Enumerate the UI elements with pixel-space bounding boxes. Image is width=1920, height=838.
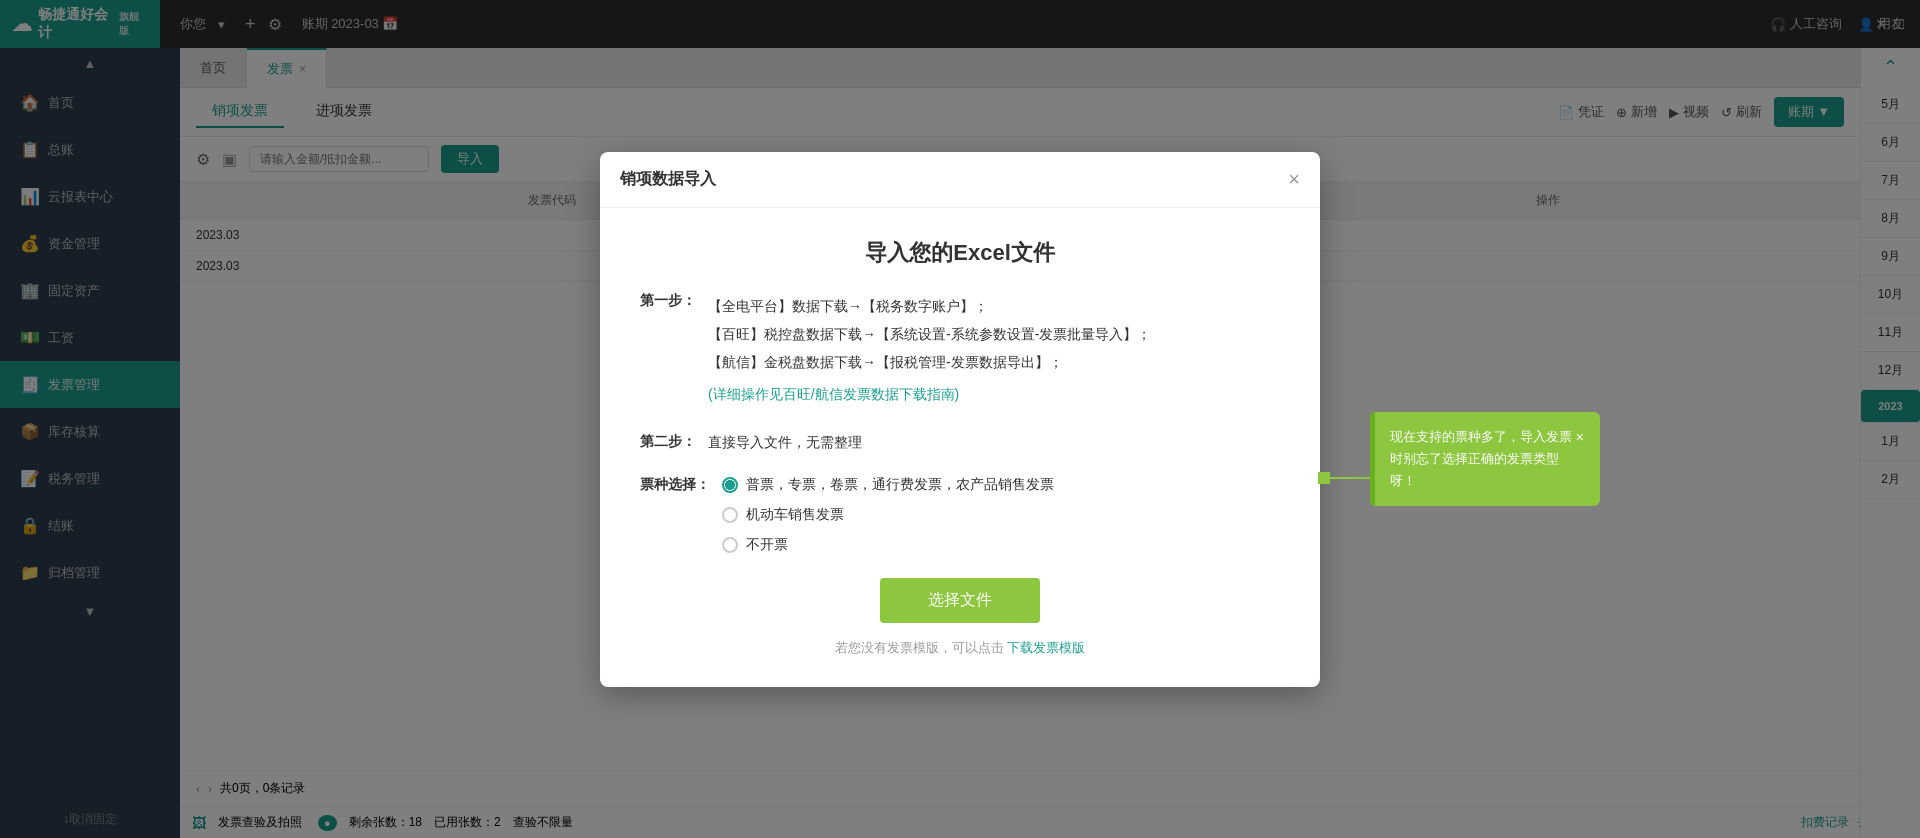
radio-circle-3 [722,537,738,553]
step1-line-1: 【全电平台】数据下载→【税务数字账户】； [708,292,1151,320]
modal-overlay: 销项数据导入 × 导入您的Excel文件 第一步： 【全电平台】数据下载→【税务… [0,0,1920,838]
download-template-link[interactable]: 下载发票模版 [1007,640,1085,655]
import-modal: 销项数据导入 × 导入您的Excel文件 第一步： 【全电平台】数据下载→【税务… [600,152,1320,687]
ticket-select: 票种选择： 普票，专票，卷票，通行费发票，农产品销售发票 机动车销售发票 不开票 [640,476,1280,554]
modal-close-button[interactable]: × [1288,168,1300,191]
step1-line-2: 【百旺】税控盘数据下载→【系统设置-系统参数设置-发票批量导入】； [708,320,1151,348]
tooltip-close-btn[interactable]: × [1576,426,1584,450]
step-1: 第一步： 【全电平台】数据下载→【税务数字账户】； 【百旺】税控盘数据下载→【系… [640,292,1280,408]
radio-label-3: 不开票 [746,536,788,554]
modal-footer: 若您没有发票模版，可以点击 下载发票模版 [640,639,1280,657]
radio-item-2[interactable]: 机动车销售发票 [722,506,1054,524]
modal-title: 销项数据导入 [620,169,716,190]
tooltip-container: × 现在支持的票种多了，导入发票时别忘了选择正确的发票类型呀！ [1370,412,1600,506]
tooltip-box: × 现在支持的票种多了，导入发票时别忘了选择正确的发票类型呀！ [1370,412,1600,506]
modal-header: 销项数据导入 × [600,152,1320,208]
modal-body: 导入您的Excel文件 第一步： 【全电平台】数据下载→【税务数字账户】； 【百… [600,208,1320,687]
step-2: 第二步： 直接导入文件，无需整理 [640,428,1280,456]
tooltip-text: 现在支持的票种多了，导入发票时别忘了选择正确的发票类型呀！ [1390,429,1572,488]
ticket-label: 票种选择： [640,476,710,494]
radio-item-3[interactable]: 不开票 [722,536,1054,554]
step2-text: 直接导入文件，无需整理 [708,428,862,456]
step1-guide-link[interactable]: (详细操作见百旺/航信发票数据下载指南) [708,386,959,402]
radio-label-1: 普票，专票，卷票，通行费发票，农产品销售发票 [746,476,1054,494]
step1-line-3: 【航信】金税盘数据下载→【报税管理-发票数据导出】； [708,348,1151,376]
tooltip-connector [1318,472,1370,484]
radio-label-2: 机动车销售发票 [746,506,844,524]
radio-item-1[interactable]: 普票，专票，卷票，通行费发票，农产品销售发票 [722,476,1054,494]
tooltip-dot [1318,472,1330,484]
tooltip-accent-bar [1370,412,1375,506]
modal-main-title: 导入您的Excel文件 [640,238,1280,268]
select-file-button[interactable]: 选择文件 [880,578,1040,623]
ticket-options: 普票，专票，卷票，通行费发票，农产品销售发票 机动车销售发票 不开票 [722,476,1054,554]
step1-label: 第一步： [640,292,696,310]
radio-circle-2 [722,507,738,523]
step1-content: 【全电平台】数据下载→【税务数字账户】； 【百旺】税控盘数据下载→【系统设置-系… [708,292,1151,408]
radio-circle-1 [722,477,738,493]
step2-label: 第二步： [640,433,696,451]
tooltip-line [1330,477,1370,479]
